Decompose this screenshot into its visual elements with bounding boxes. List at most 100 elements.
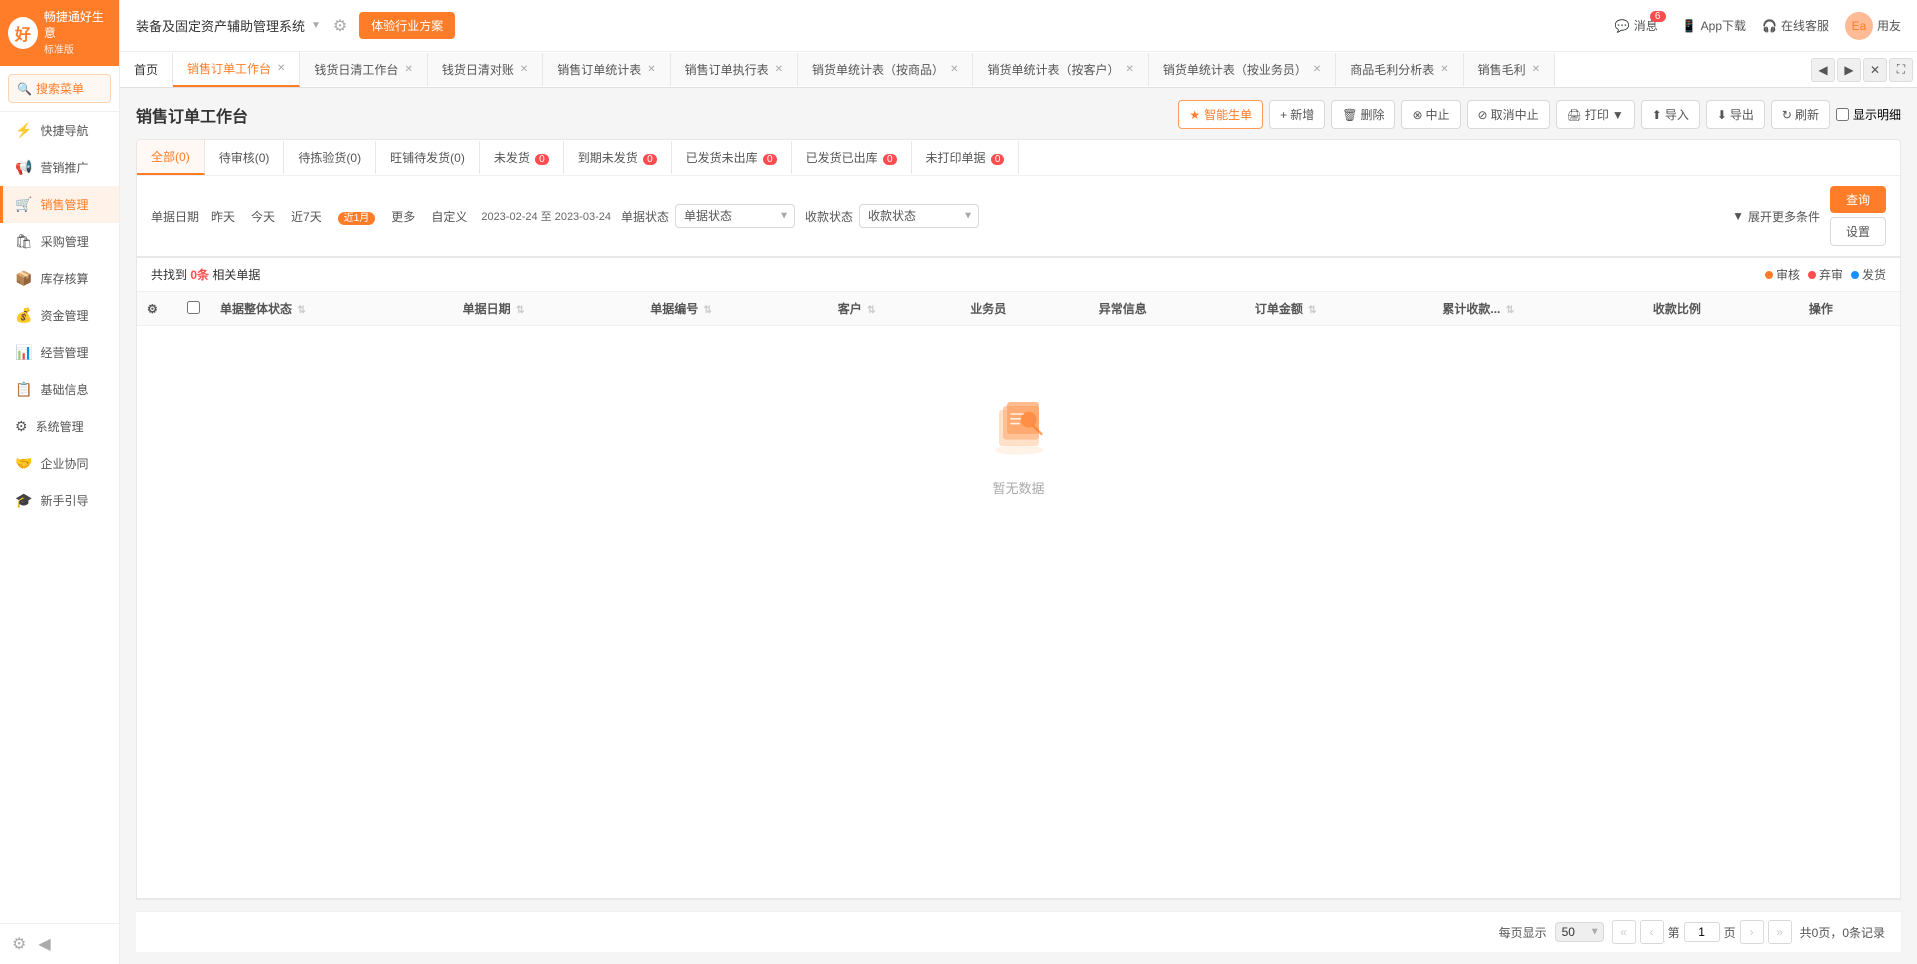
subtab-unprinted[interactable]: 未打印单据 0: [912, 141, 1020, 174]
tab-sales-order-workbench[interactable]: 销售订单工作台 ✕: [173, 52, 300, 87]
reject-action[interactable]: 弃审: [1808, 266, 1843, 283]
date-today[interactable]: 今天: [245, 206, 281, 227]
subtab-shipped-not-out[interactable]: 已发货未出库 0: [672, 141, 792, 174]
th-amount[interactable]: 订单金额 ⇅: [1245, 292, 1433, 326]
subtab-all[interactable]: 全部(0): [137, 140, 205, 175]
tab-close-gross-margin[interactable]: ✕: [1440, 64, 1448, 75]
tab-close-by-product[interactable]: ✕: [950, 64, 958, 75]
bottom-scrollbar[interactable]: [136, 899, 1901, 911]
tab-close-sales-stats[interactable]: ✕: [647, 64, 655, 75]
th-cumulative[interactable]: 累计收款... ⇅: [1432, 292, 1643, 326]
sidebar-item-operations[interactable]: 📊 经营管理: [0, 334, 119, 371]
th-number[interactable]: 单据编号 ⇅: [640, 292, 828, 326]
sidebar-item-marketing[interactable]: 📢 营销推广: [0, 149, 119, 186]
delete-button[interactable]: 🗑 删除: [1331, 100, 1395, 129]
th-checkbox[interactable]: [177, 292, 210, 326]
th-abnormal: 异常信息: [1089, 292, 1245, 326]
app-download-button[interactable]: 📱 App下载: [1682, 17, 1746, 34]
search-menu-button[interactable]: 🔍 搜索菜单: [8, 74, 111, 103]
tab-close-sales-order[interactable]: ✕: [277, 63, 285, 74]
sidebar-item-collaboration[interactable]: 🤝 企业协同: [0, 445, 119, 482]
subtab-shipped-out[interactable]: 已发货已出库 0: [792, 141, 912, 174]
tab-close-reconciliation[interactable]: ✕: [520, 64, 528, 75]
show-detail-label[interactable]: 显示明细: [1836, 106, 1901, 123]
cancel-stop-button[interactable]: ⊘ 取消中止: [1467, 100, 1550, 129]
page-number-input[interactable]: [1684, 922, 1720, 942]
subtab-overdue-unshipped[interactable]: 到期未发货 0: [564, 141, 672, 174]
tab-gross-margin[interactable]: 商品毛利分析表 ✕: [1336, 53, 1463, 86]
query-button[interactable]: 查询: [1830, 186, 1886, 213]
sidebar-item-quick-nav[interactable]: ⚡ 快捷导航: [0, 112, 119, 149]
user-button[interactable]: Ea 用友: [1845, 12, 1901, 40]
tab-close-sales-exec[interactable]: ✕: [775, 64, 783, 75]
tab-home[interactable]: 首页: [120, 53, 173, 86]
tab-reconciliation[interactable]: 钱货日清对账 ✕: [428, 53, 543, 86]
tab-close-all[interactable]: ✕: [1863, 58, 1887, 82]
module-dropdown-icon[interactable]: ▼: [311, 20, 321, 31]
logo-text-area: 畅捷通好生意 标准版: [44, 10, 111, 56]
sidebar-item-guide[interactable]: 🎓 新手引导: [0, 482, 119, 519]
tab-close-money-daily[interactable]: ✕: [404, 64, 412, 75]
refresh-button[interactable]: ↻ 刷新: [1771, 100, 1830, 129]
select-all-checkbox[interactable]: [187, 301, 200, 314]
tab-sales-by-customer[interactable]: 销货单统计表（按客户） ✕: [973, 53, 1148, 86]
show-detail-checkbox[interactable]: [1836, 108, 1849, 121]
date-yesterday[interactable]: 昨天: [205, 206, 241, 227]
date-7days[interactable]: 近7天: [285, 206, 328, 227]
payment-select[interactable]: 收款状态: [859, 204, 979, 228]
last-page-button[interactable]: »: [1768, 920, 1792, 944]
ship-action[interactable]: 发货: [1851, 266, 1886, 283]
tab-close-by-customer[interactable]: ✕: [1125, 64, 1133, 75]
tab-sales-profit[interactable]: 销售毛利 ✕: [1464, 53, 1555, 86]
th-customer[interactable]: 客户 ⇅: [828, 292, 961, 326]
industry-button[interactable]: 体验行业方案: [359, 12, 455, 39]
sidebar-item-system[interactable]: ⚙ 系统管理: [0, 408, 119, 445]
count-value: 0条: [190, 268, 209, 282]
stop-button[interactable]: ⊗ 中止: [1401, 100, 1460, 129]
online-service-button[interactable]: 🎧 在线客服: [1762, 17, 1829, 34]
smart-create-button[interactable]: ★ 智能生单: [1178, 100, 1263, 129]
next-page-button[interactable]: ›: [1740, 920, 1764, 944]
tab-sales-exec[interactable]: 销售订单执行表 ✕: [671, 53, 798, 86]
date-custom[interactable]: 自定义: [425, 206, 473, 227]
date-1month[interactable]: 近1月: [332, 207, 382, 226]
tab-money-daily[interactable]: 钱货日清工作台 ✕: [300, 53, 427, 86]
sidebar-item-sales[interactable]: 🛒 销售管理: [0, 186, 119, 223]
message-button[interactable]: 💬 6 消息: [1615, 17, 1658, 34]
sidebar-collapse-icon[interactable]: ◀: [38, 934, 50, 954]
tab-fullscreen[interactable]: ⛶: [1889, 58, 1913, 82]
tab-scroll-left[interactable]: ◀: [1811, 58, 1835, 82]
tab-sales-stats[interactable]: 销售订单统计表 ✕: [543, 53, 670, 86]
export-button[interactable]: ⬇ 导出: [1706, 100, 1765, 129]
sidebar-item-finance[interactable]: 💰 资金管理: [0, 297, 119, 334]
tab-sales-by-product[interactable]: 销货单统计表（按商品） ✕: [798, 53, 973, 86]
date-more[interactable]: 更多: [385, 206, 421, 227]
filter-settings-button[interactable]: 设置: [1830, 217, 1886, 246]
settings-icon[interactable]: ⚙: [333, 16, 347, 36]
subtab-unshipped[interactable]: 未发货 0: [480, 141, 564, 174]
sidebar-item-purchase[interactable]: 🛍 采购管理: [0, 223, 119, 260]
first-page-button[interactable]: «: [1612, 920, 1636, 944]
subtab-pending-review[interactable]: 待审核(0): [205, 141, 285, 174]
expand-conditions-button[interactable]: ▼ 展开更多条件: [1732, 208, 1820, 225]
subtab-wangpu-pending[interactable]: 旺铺待发货(0): [376, 141, 480, 174]
collaboration-icon: 🤝: [15, 455, 32, 472]
th-date[interactable]: 单据日期 ⇅: [453, 292, 641, 326]
date-filter: 单据日期 昨天 今天 近7天 近1月 更多 自定义 2023-02-24 至 2…: [151, 206, 611, 227]
settings-gear-icon[interactable]: ⚙: [12, 934, 26, 954]
tab-scroll-right[interactable]: ▶: [1837, 58, 1861, 82]
prev-page-button[interactable]: ‹: [1640, 920, 1664, 944]
sidebar-item-inventory[interactable]: 📦 库存核算: [0, 260, 119, 297]
tab-close-by-staff[interactable]: ✕: [1313, 64, 1321, 75]
sidebar-item-basic-info[interactable]: 📋 基础信息: [0, 371, 119, 408]
import-button[interactable]: ⬆ 导入: [1641, 100, 1700, 129]
tab-sales-by-staff[interactable]: 销货单统计表（按业务员） ✕: [1149, 53, 1336, 86]
subtab-pending-pick[interactable]: 待拣验货(0): [284, 141, 376, 174]
status-select[interactable]: 单据状态: [675, 204, 795, 228]
th-status[interactable]: 单据整体状态 ⇅: [210, 292, 453, 326]
page-size-select[interactable]: 20 50 100: [1555, 922, 1604, 942]
audit-action[interactable]: 审核: [1765, 266, 1800, 283]
tab-close-sales-profit[interactable]: ✕: [1532, 64, 1540, 75]
new-button[interactable]: + 新增: [1269, 100, 1325, 129]
print-button[interactable]: 🖨 打印 ▼: [1556, 100, 1635, 129]
